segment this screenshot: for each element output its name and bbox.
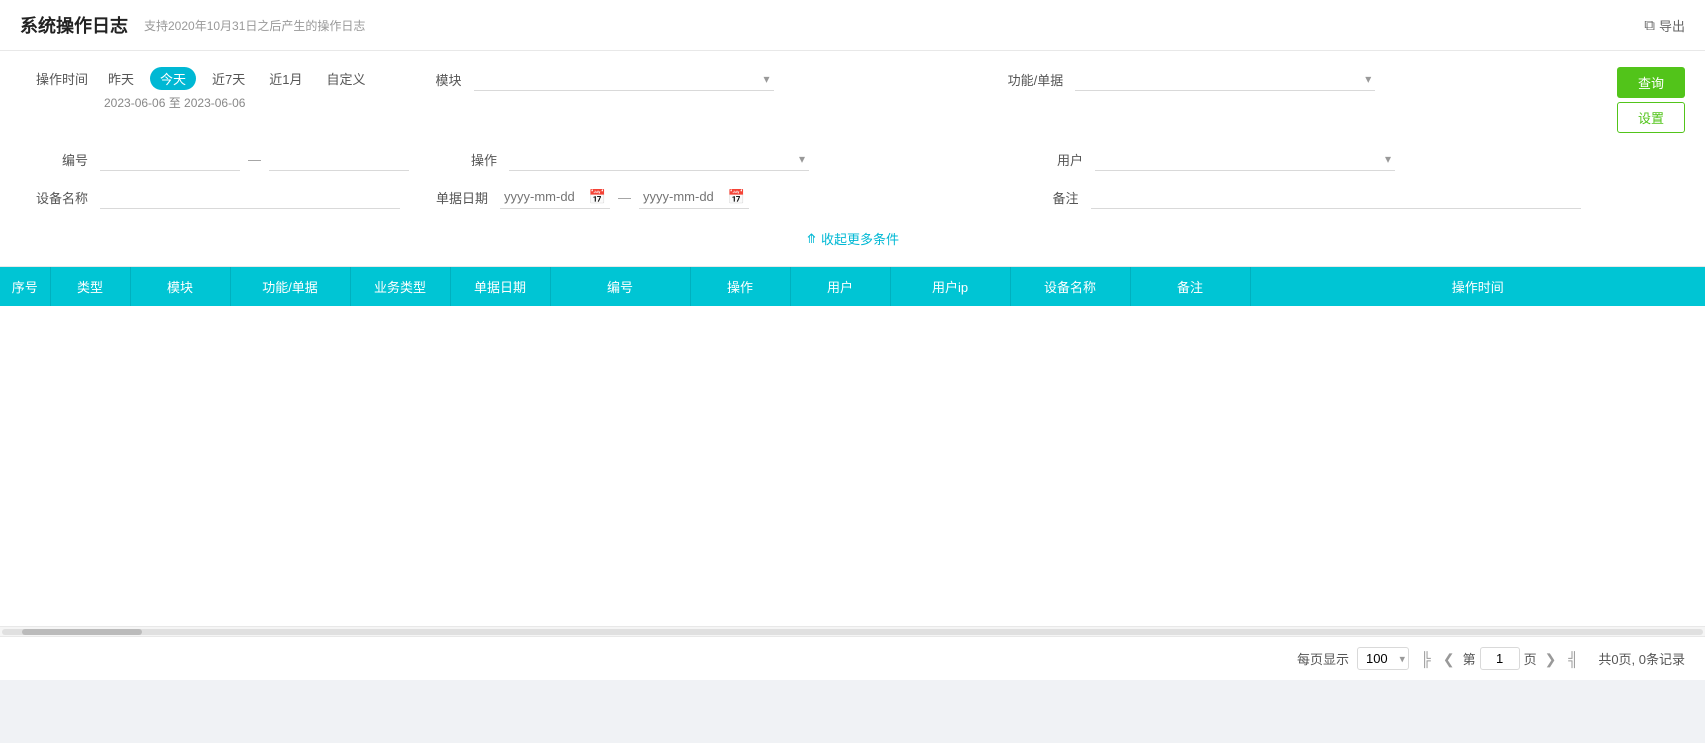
- docdate-start-wrapper: 📅: [500, 185, 610, 209]
- page-label: 第: [1463, 649, 1476, 668]
- col-device: 设备名称: [1010, 267, 1130, 306]
- operation-select-wrapper: ▾: [509, 147, 809, 171]
- user-label: 用户: [1015, 150, 1095, 169]
- time-btn-today[interactable]: 今天: [150, 67, 196, 90]
- per-page-label: 每页显示: [1297, 649, 1349, 668]
- page-prev-button[interactable]: ❮: [1439, 650, 1459, 668]
- function-select-wrapper: ▾: [1075, 67, 1375, 91]
- time-btn-custom[interactable]: 自定义: [319, 67, 374, 90]
- collapse-button[interactable]: ⤊ 收起更多条件: [806, 229, 899, 248]
- module-label: 模块: [394, 70, 474, 89]
- col-remarks: 备注: [1130, 267, 1250, 306]
- export-icon: ⧉: [1644, 17, 1655, 34]
- page-size-select[interactable]: 10 20 50 100 200: [1357, 647, 1409, 670]
- remarks-label: 备注: [1011, 188, 1091, 207]
- empty-area: [0, 306, 1705, 626]
- time-options: 昨天 今天 近7天 近1月 自定义: [100, 67, 374, 90]
- filter-row-3: 设备名称 单据日期 📅 — 📅 备注: [20, 185, 1685, 209]
- time-btn-1month[interactable]: 近1月: [261, 67, 310, 90]
- docdate-start-input[interactable]: [500, 185, 610, 209]
- col-type: 类型: [50, 267, 130, 306]
- col-userip: 用户ip: [890, 267, 1010, 306]
- filter-row-1: 操作时间 昨天 今天 近7天 近1月 自定义 2023-06-06 至 2023…: [20, 67, 1685, 133]
- col-docdate: 单据日期: [450, 267, 550, 306]
- code-input-end[interactable]: [269, 147, 409, 171]
- operation-label: 操作: [429, 150, 509, 169]
- table-header: 序号 类型 模块 功能/单据 业务类型 单据日期 编号 操作 用户 用户ip 设…: [0, 267, 1705, 306]
- scrollbar-track: [2, 629, 1703, 635]
- table-container: 序号 类型 模块 功能/单据 业务类型 单据日期 编号 操作 用户 用户ip 设…: [0, 267, 1705, 626]
- module-select-wrapper: ▾: [474, 67, 774, 91]
- user-select-wrapper: ▾: [1095, 147, 1395, 171]
- filter-area: 操作时间 昨天 今天 近7天 近1月 自定义 2023-06-06 至 2023…: [0, 51, 1705, 267]
- export-button[interactable]: ⧉ 导出: [1644, 16, 1685, 35]
- query-button[interactable]: 查询: [1617, 67, 1685, 98]
- time-btn-yesterday[interactable]: 昨天: [100, 67, 142, 90]
- module-select[interactable]: [474, 67, 774, 91]
- page-last-button[interactable]: ╣: [1564, 650, 1582, 668]
- page-size-wrapper: 10 20 50 100 200 ▾: [1357, 647, 1409, 670]
- page-title: 系统操作日志: [20, 12, 128, 38]
- page-unit: 页: [1524, 649, 1537, 668]
- page-first-button[interactable]: ╠: [1417, 650, 1435, 668]
- device-input[interactable]: [100, 185, 400, 209]
- function-label: 功能/单据: [995, 70, 1075, 89]
- time-label: 操作时间: [20, 69, 100, 88]
- function-select[interactable]: [1075, 67, 1375, 91]
- remarks-input[interactable]: [1091, 185, 1582, 209]
- operation-select[interactable]: [509, 147, 809, 171]
- device-label: 设备名称: [20, 188, 100, 207]
- col-function: 功能/单据: [230, 267, 350, 306]
- page-subtitle: 支持2020年10月31日之后产生的操作日志: [144, 17, 365, 34]
- page-number-input[interactable]: [1480, 647, 1520, 670]
- collapse-bar: ⤊ 收起更多条件: [20, 223, 1685, 258]
- col-module: 模块: [130, 267, 230, 306]
- time-range-text: 2023-06-06 至 2023-06-06: [104, 94, 245, 111]
- col-code: 编号: [550, 267, 690, 306]
- scrollbar-thumb: [22, 629, 142, 635]
- docdate-label: 单据日期: [420, 188, 500, 207]
- collapse-label: 收起更多条件: [821, 229, 899, 248]
- user-select[interactable]: [1095, 147, 1395, 171]
- settings-button[interactable]: 设置: [1617, 102, 1685, 133]
- footer-bar: 每页显示 10 20 50 100 200 ▾ ╠ ❮ 第 页 ❯ ╣ 共0页,…: [0, 636, 1705, 680]
- page-next-button[interactable]: ❯: [1541, 650, 1561, 668]
- filter-row-2: 编号 — 操作 ▾ 用户: [20, 147, 1685, 171]
- col-operation: 操作: [690, 267, 790, 306]
- time-btn-7days[interactable]: 近7天: [204, 67, 253, 90]
- total-info: 共0页, 0条记录: [1598, 649, 1685, 668]
- data-table: 序号 类型 模块 功能/单据 业务类型 单据日期 编号 操作 用户 用户ip 设…: [0, 267, 1705, 306]
- table-header-row: 序号 类型 模块 功能/单据 业务类型 单据日期 编号 操作 用户 用户ip 设…: [0, 267, 1705, 306]
- pagination-nav: ╠ ❮ 第 页 ❯ ╣: [1417, 647, 1582, 670]
- collapse-up-icon: ⤊: [806, 231, 817, 247]
- action-buttons: 查询 设置: [1617, 67, 1685, 133]
- page-header: 系统操作日志 支持2020年10月31日之后产生的操作日志 ⧉ 导出: [0, 0, 1705, 51]
- export-label: 导出: [1659, 16, 1685, 35]
- docdate-separator: —: [610, 190, 639, 205]
- docdate-end-input[interactable]: [639, 185, 749, 209]
- horizontal-scrollbar[interactable]: [0, 626, 1705, 636]
- code-label: 编号: [20, 150, 100, 169]
- col-biztype: 业务类型: [350, 267, 450, 306]
- col-user: 用户: [790, 267, 890, 306]
- col-optime: 操作时间: [1250, 267, 1705, 306]
- col-index: 序号: [0, 267, 50, 306]
- docdate-end-wrapper: 📅: [639, 185, 749, 209]
- code-input-start[interactable]: [100, 147, 240, 171]
- code-separator: —: [240, 152, 269, 167]
